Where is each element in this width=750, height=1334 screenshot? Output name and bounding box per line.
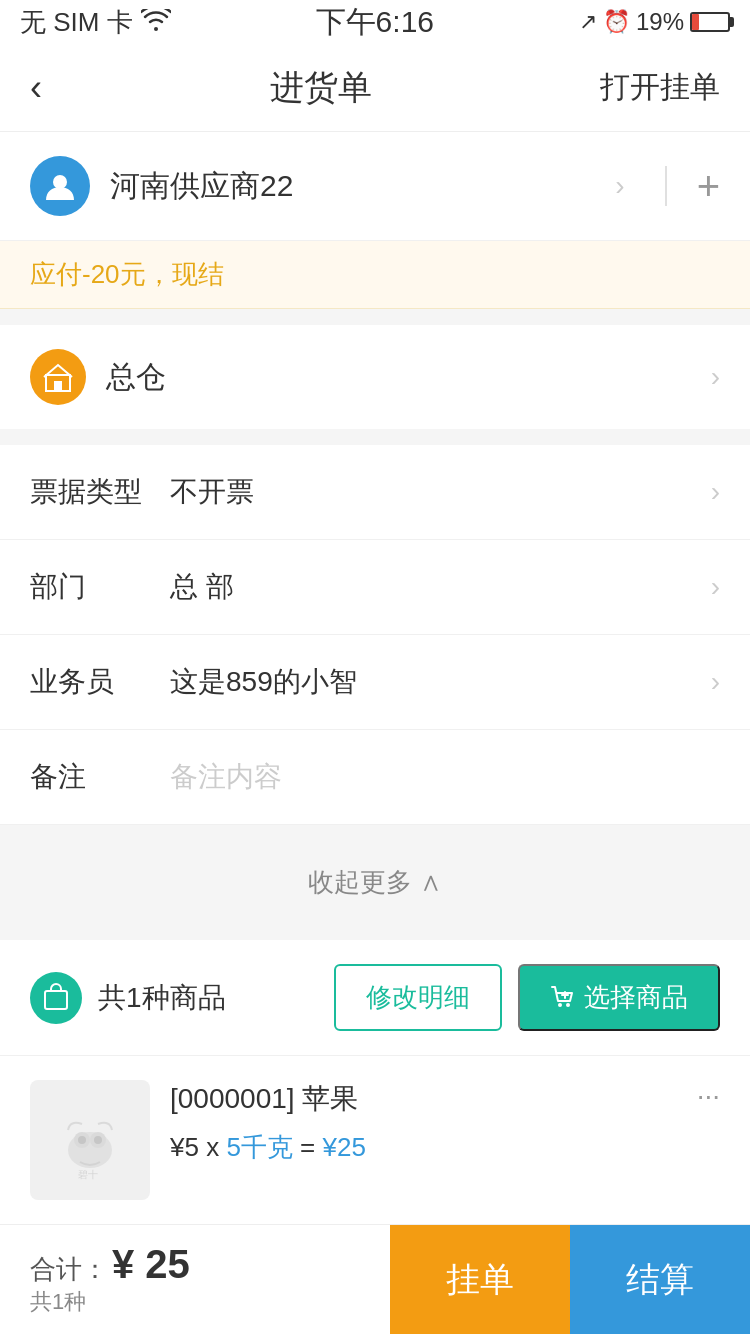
svg-text:碧十: 碧十 [78,1169,98,1180]
select-product-label: 选择商品 [584,980,688,1015]
bottom-bar: 合计： ¥ 25 共1种 挂单 结算 [0,1224,750,1334]
product-logo-icon: 碧十 [50,1100,130,1180]
product-section: 共1种商品 修改明细 选择商品 [0,940,750,1225]
product-title: 苹果 [302,1083,358,1114]
page-title: 进货单 [270,65,372,111]
remarks-label: 备注 [30,758,170,796]
total-amount: ¥ 25 [112,1242,190,1287]
total-count: 共1种 [30,1287,360,1317]
location-icon: ↗ [579,9,597,35]
invoice-type-row[interactable]: 票据类型 不开票 › [0,445,750,540]
supplier-divider [665,166,667,206]
remarks-row[interactable]: 备注 备注内容 [0,730,750,825]
status-left: 无 SIM 卡 [20,5,171,40]
warehouse-section: 总仓 › [0,325,750,429]
product-thumbnail: 碧十 [30,1080,150,1200]
total-line: 合计： ¥ 25 [30,1242,360,1287]
main-content: 河南供应商22 › + 应付-20元，现结 总仓 › 票据类型 不开票 › [0,132,750,1334]
product-header: 共1种商品 修改明细 选择商品 [0,940,750,1056]
supplier-row[interactable]: 河南供应商22 › + [0,132,750,241]
cart-icon [550,985,576,1011]
select-product-button[interactable]: 选择商品 [518,964,720,1031]
status-bar: 无 SIM 卡 下午6:16 ↗ ⏰ 19% [0,0,750,44]
product-count-icon [30,972,82,1024]
supplier-arrow-icon: › [615,170,624,202]
total-label: 合计： [30,1252,108,1287]
unit-price: ¥5 [170,1132,199,1162]
invoice-arrow-icon: › [711,476,720,508]
department-arrow-icon: › [711,571,720,603]
warehouse-arrow-icon: › [711,361,720,393]
product-price: ¥5 x 5千克 = ¥25 [170,1130,681,1165]
svg-point-12 [94,1136,102,1144]
alarm-icon: ⏰ [603,9,630,35]
product-code: [0000001] [170,1083,295,1114]
svg-point-4 [558,1003,562,1007]
department-row[interactable]: 部门 总 部 › [0,540,750,635]
price-equals: = [300,1132,322,1162]
invoice-type-value: 不开票 [170,473,711,511]
status-time: 下午6:16 [316,2,434,43]
warehouse-row[interactable]: 总仓 › [0,325,750,429]
supplier-section: 河南供应商22 › + 应付-20元，现结 [0,132,750,309]
product-name: [0000001] 苹果 [170,1080,681,1118]
collapse-bar[interactable]: 收起更多 ∧ [0,841,750,924]
battery-icon [690,12,730,32]
svg-point-0 [53,175,67,189]
wifi-icon [141,7,171,38]
svg-rect-2 [54,381,62,391]
salesperson-label: 业务员 [30,663,170,701]
total-section: 合计： ¥ 25 共1种 [0,1242,390,1317]
department-label: 部门 [30,568,170,606]
pending-button[interactable]: 挂单 [390,1225,570,1335]
product-more-button[interactable]: ··· [697,1080,720,1112]
back-button[interactable]: ‹ [30,67,42,109]
notice-bar: 应付-20元，现结 [0,241,750,309]
product-item: 碧十 [0000001] 苹果 ¥5 x 5千克 = ¥25 ··· [0,1056,750,1225]
warehouse-icon [30,349,86,405]
nav-bar: ‹ 进货单 打开挂单 [0,44,750,132]
modify-detail-button[interactable]: 修改明细 [334,964,502,1031]
svg-rect-3 [45,991,67,1009]
checkout-button[interactable]: 结算 [570,1225,750,1335]
add-supplier-button[interactable]: + [697,164,720,209]
product-info: [0000001] 苹果 ¥5 x 5千克 = ¥25 [170,1080,681,1165]
svg-point-11 [78,1136,86,1144]
product-count-text: 共1种商品 [98,979,334,1017]
product-total: ¥25 [323,1132,366,1162]
salesperson-value: 这是859的小智 [170,663,711,701]
svg-point-5 [566,1003,570,1007]
fields-section: 票据类型 不开票 › 部门 总 部 › 业务员 这是859的小智 › 备注 备注… [0,445,750,825]
salesperson-arrow-icon: › [711,666,720,698]
remarks-value[interactable]: 备注内容 [170,758,720,796]
separator1 [0,924,750,940]
battery-percent: 19% [636,8,684,36]
salesperson-row[interactable]: 业务员 这是859的小智 › [0,635,750,730]
product-quantity: 5千克 [226,1132,292,1162]
supplier-name: 河南供应商22 [110,166,615,207]
invoice-type-label: 票据类型 [30,473,170,511]
price-multiply: x [206,1132,226,1162]
open-pending-button[interactable]: 打开挂单 [600,67,720,108]
warehouse-name: 总仓 [106,357,711,398]
supplier-avatar [30,156,90,216]
status-right: ↗ ⏰ 19% [579,8,730,36]
carrier-text: 无 SIM 卡 [20,5,133,40]
department-value: 总 部 [170,568,711,606]
